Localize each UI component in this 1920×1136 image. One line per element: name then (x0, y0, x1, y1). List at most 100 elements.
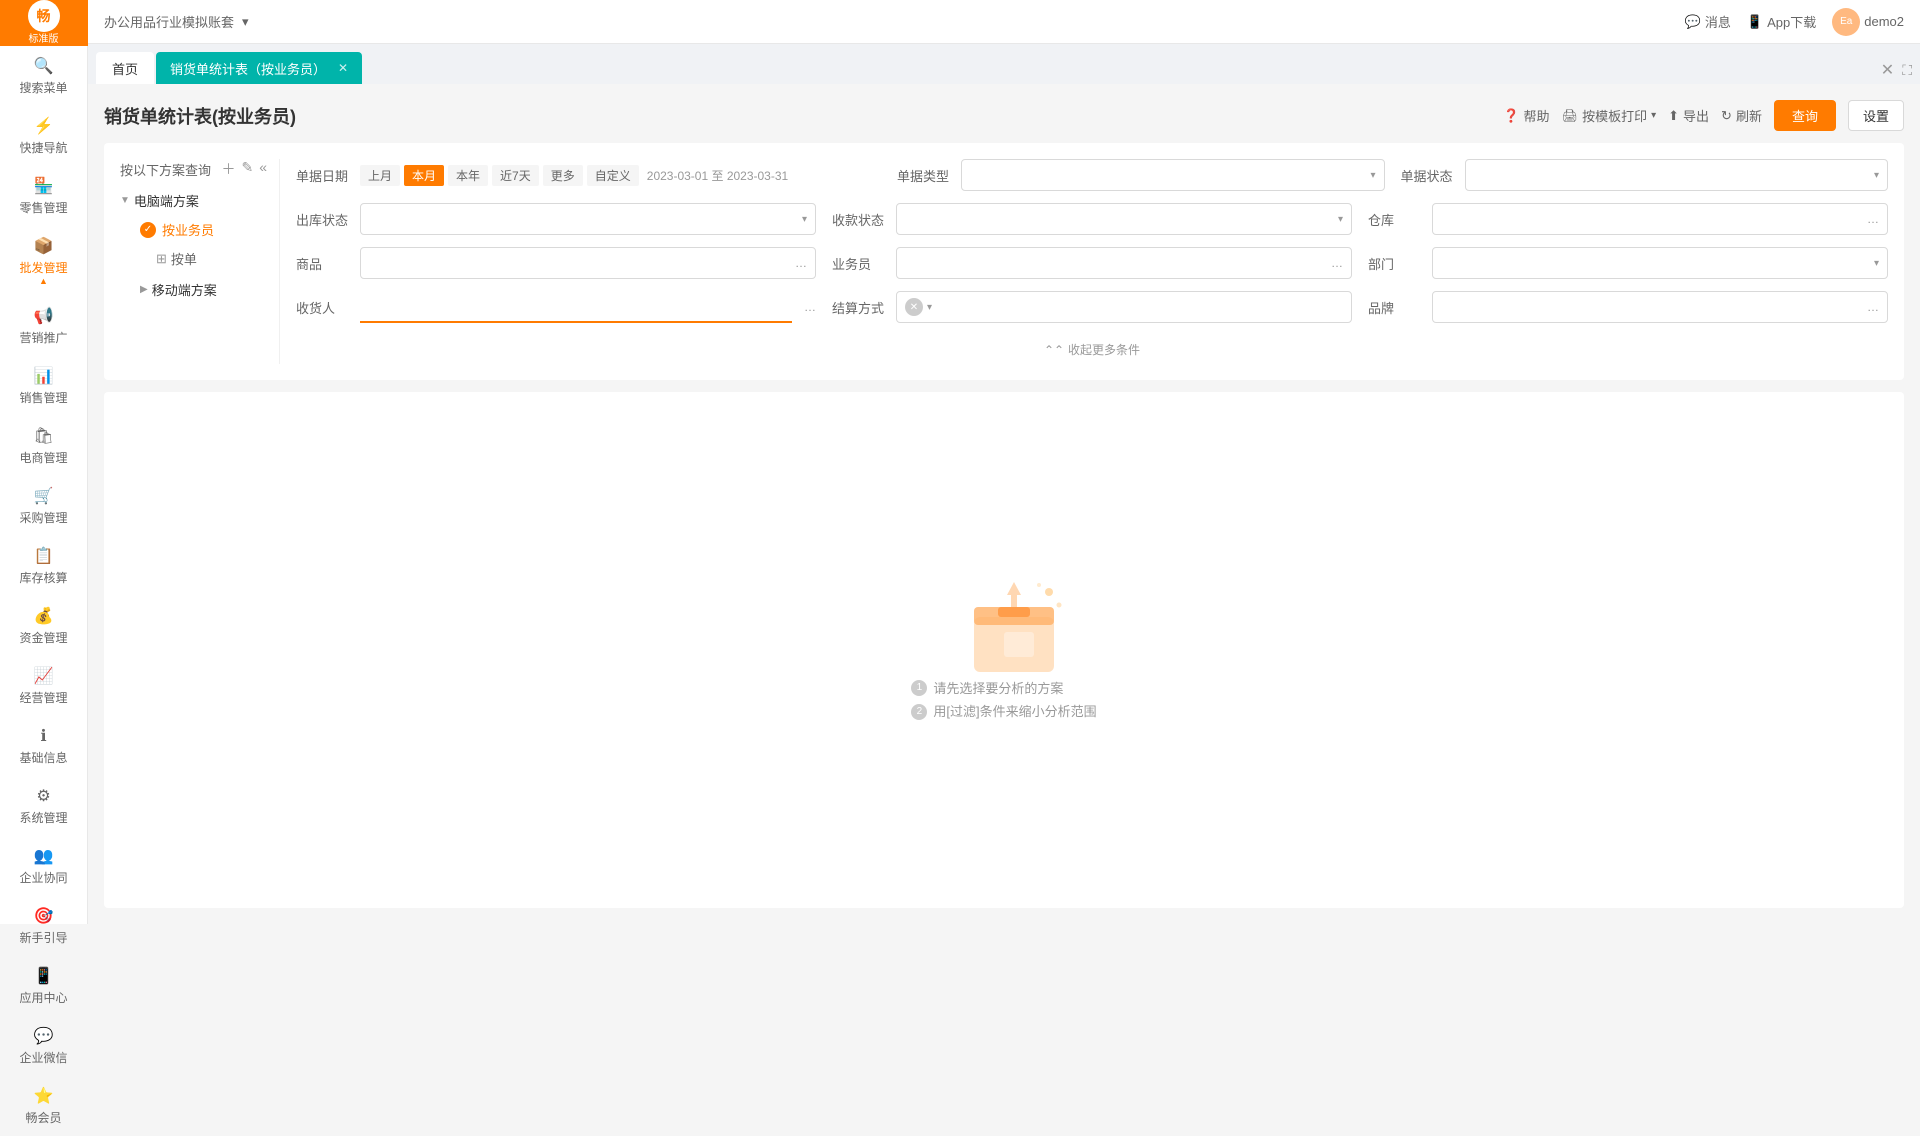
out-status-select[interactable]: ▾ (360, 203, 816, 235)
app-download-icon: 📱 (1747, 14, 1763, 30)
refresh-btn[interactable]: ↻ 刷新 (1721, 106, 1762, 125)
tab-bar: 首页 销货单统计表（按业务员） ✕ ✕ ⛶ (88, 44, 1920, 84)
date-this-year[interactable]: 本年 (448, 165, 488, 186)
tab-home[interactable]: 首页 (96, 52, 154, 84)
doc-status-label: 单据状态 (1401, 166, 1457, 185)
retail-icon: 🏪 (34, 176, 54, 196)
sidebar-logo: 畅 标准版 (0, 0, 88, 46)
doc-status-select[interactable]: ▾ (1465, 159, 1889, 191)
filter-field-dept: 部门 ▾ (1368, 247, 1888, 279)
warehouse-select[interactable]: … (1432, 203, 1888, 235)
collapse-icon: ⌃⌃ (1044, 343, 1064, 357)
filter-field-brand: 品牌 … (1368, 291, 1888, 323)
receive-status-select[interactable]: ▾ (896, 203, 1352, 235)
sidebar-item-marketing[interactable]: 📢 营销推广 (0, 296, 88, 356)
filter-row-3: 商品 … 业务员 … 部门 (296, 247, 1888, 279)
filter-field-date: 单据日期 上月 本月 本年 近7天 更多 自定义 2023-03-01 至 20… (296, 165, 881, 186)
payment-clear-btn[interactable]: ✕ (905, 298, 923, 316)
collapse-sidebar-icon[interactable]: « (259, 159, 267, 179)
tab-sales-label: 销货单统计表（按业务员） (170, 59, 326, 78)
main-content: 办公用品行业模拟账套 ▾ 💬 消息 📱 App下载 Ea demo2 首页 (88, 0, 1920, 924)
query-btn[interactable]: 查询 (1774, 100, 1836, 131)
maximize-window-icon[interactable]: ⛶ (1902, 62, 1912, 79)
mobile-scheme-header[interactable]: ▶ 移动端方案 (120, 276, 267, 303)
help-btn[interactable]: ❓ 帮助 (1503, 106, 1549, 125)
appcenter-icon: 📱 (34, 966, 54, 986)
message-btn[interactable]: 💬 消息 (1685, 12, 1731, 31)
add-scheme-icon[interactable]: ＋ (221, 159, 235, 179)
filter-sidebar-header: 按以下方案查询 ＋ ✎ « (120, 159, 267, 179)
close-window-icon[interactable]: ✕ (1881, 60, 1894, 80)
goods-label: 商品 (296, 254, 352, 273)
filter-field-salesman: 业务员 … (832, 247, 1352, 279)
page-actions: ❓ 帮助 🖨 按模板打印 ▾ ⬆ 导出 ↻ 刷新 查询 设置 (1503, 100, 1904, 131)
sidebar-item-quick[interactable]: ⚡ 快捷导航 (0, 106, 88, 166)
sidebar-item-base-info[interactable]: ℹ 基础信息 (0, 716, 88, 776)
dept-select[interactable]: ▾ (1432, 247, 1888, 279)
empty-num-1: 1 (911, 680, 927, 696)
avatar: Ea (1832, 8, 1860, 36)
pc-scheme-header[interactable]: ▼ 电脑端方案 (120, 187, 267, 214)
message-icon: 💬 (1685, 14, 1701, 30)
sidebar-item-guide[interactable]: 🎯 新手引导 (0, 896, 88, 956)
empty-state: 1 请先选择要分析的方案 2 用[过滤]条件来缩小分析范围 (104, 392, 1904, 908)
logo-icon: 畅 (28, 0, 60, 32)
scheme-sub-by-order[interactable]: ⊞ 按单 (120, 245, 267, 272)
date-custom[interactable]: 自定义 (587, 165, 639, 186)
filter-panel: 按以下方案查询 ＋ ✎ « ▼ 电脑端方案 (104, 143, 1904, 380)
template-print-btn[interactable]: 🖨 按模板打印 ▾ (1562, 106, 1657, 125)
payment-select[interactable]: ✕ ▾ (896, 291, 1352, 323)
empty-hint-1: 1 请先选择要分析的方案 (911, 677, 1096, 700)
warehouse-label: 仓库 (1368, 210, 1424, 229)
sidebar-item-purchase[interactable]: 🛒 采购管理 (0, 476, 88, 536)
dept-arrow: ▾ (1874, 258, 1879, 269)
sidebar-item-ecommerce[interactable]: 🛍 电商管理 (0, 416, 88, 476)
date-7days[interactable]: 近7天 (492, 165, 539, 186)
date-more[interactable]: 更多 (543, 165, 583, 186)
filter-row-4: 收货人 … 结算方式 ✕ ▾ 品牌 (296, 291, 1888, 323)
receiver-input[interactable] (360, 291, 792, 323)
filter-field-payment: 结算方式 ✕ ▾ (832, 291, 1352, 323)
breadcrumb-text: 办公用品行业模拟账套 (104, 12, 234, 31)
date-quick-btns: 上月 本月 本年 近7天 更多 自定义 (360, 165, 639, 186)
receiver-dots[interactable]: … (804, 300, 816, 314)
settings-btn[interactable]: 设置 (1848, 100, 1904, 131)
user-menu[interactable]: Ea demo2 (1832, 8, 1904, 36)
tab-close-icon[interactable]: ✕ (338, 61, 348, 75)
top-header: 办公用品行业模拟账套 ▾ 💬 消息 📱 App下载 Ea demo2 (88, 0, 1920, 44)
doc-type-select[interactable]: ▾ (961, 159, 1385, 191)
sidebar-item-enterprise[interactable]: 👥 企业协同 (0, 836, 88, 896)
chevron-down-icon: ▼ (120, 195, 130, 206)
edit-scheme-icon[interactable]: ✎ (241, 159, 253, 179)
date-last-month[interactable]: 上月 (360, 165, 400, 186)
goods-select[interactable]: … (360, 247, 816, 279)
collapse-btn[interactable]: ⌃⌃ 收起更多条件 (296, 335, 1888, 364)
sidebar-item-appcenter[interactable]: 📱 应用中心 (0, 956, 88, 1016)
sidebar-item-sales[interactable]: 📊 销售管理 (0, 356, 88, 416)
brand-select[interactable]: … (1432, 291, 1888, 323)
sidebar-item-system[interactable]: ⚙ 系统管理 (0, 776, 88, 836)
logo-text: 标准版 (29, 34, 59, 46)
export-btn[interactable]: ⬆ 导出 (1668, 106, 1709, 125)
base-info-icon: ℹ (40, 726, 46, 746)
goods-dots: … (795, 256, 807, 270)
sidebar: 畅 标准版 🔍 搜索菜单 ⚡ 快捷导航 🏪 零售管理 📦 批发管理 ▲ 📢 营销… (0, 0, 88, 924)
sales-icon: 📊 (34, 366, 54, 386)
app-download-btn[interactable]: 📱 App下载 (1747, 12, 1816, 31)
sidebar-item-finance[interactable]: 💰 资金管理 (0, 596, 88, 656)
breadcrumb-dropdown[interactable]: ▾ (242, 14, 249, 30)
sidebar-item-wholesale[interactable]: 📦 批发管理 ▲ (0, 226, 88, 296)
scheme-item-salesman[interactable]: ✓ 按业务员 (120, 214, 267, 245)
filter-sidebar-title: 按以下方案查询 (120, 160, 211, 179)
warehouse-dots: … (1867, 212, 1879, 226)
tab-sales-stat[interactable]: 销货单统计表（按业务员） ✕ (156, 52, 362, 84)
sidebar-item-weixin[interactable]: 💬 企业微信 (0, 1016, 88, 1076)
salesman-select[interactable]: … (896, 247, 1352, 279)
sidebar-item-member[interactable]: ⭐ 畅会员 (0, 1076, 88, 1136)
sidebar-item-search[interactable]: 🔍 搜索菜单 (0, 46, 88, 106)
sidebar-item-operation[interactable]: 📈 经营管理 (0, 656, 88, 716)
sidebar-item-retail[interactable]: 🏪 零售管理 (0, 166, 88, 226)
filter-field-doc-type: 单据类型 ▾ (897, 159, 1385, 191)
date-this-month[interactable]: 本月 (404, 165, 444, 186)
sidebar-item-inventory[interactable]: 📋 库存核算 (0, 536, 88, 596)
